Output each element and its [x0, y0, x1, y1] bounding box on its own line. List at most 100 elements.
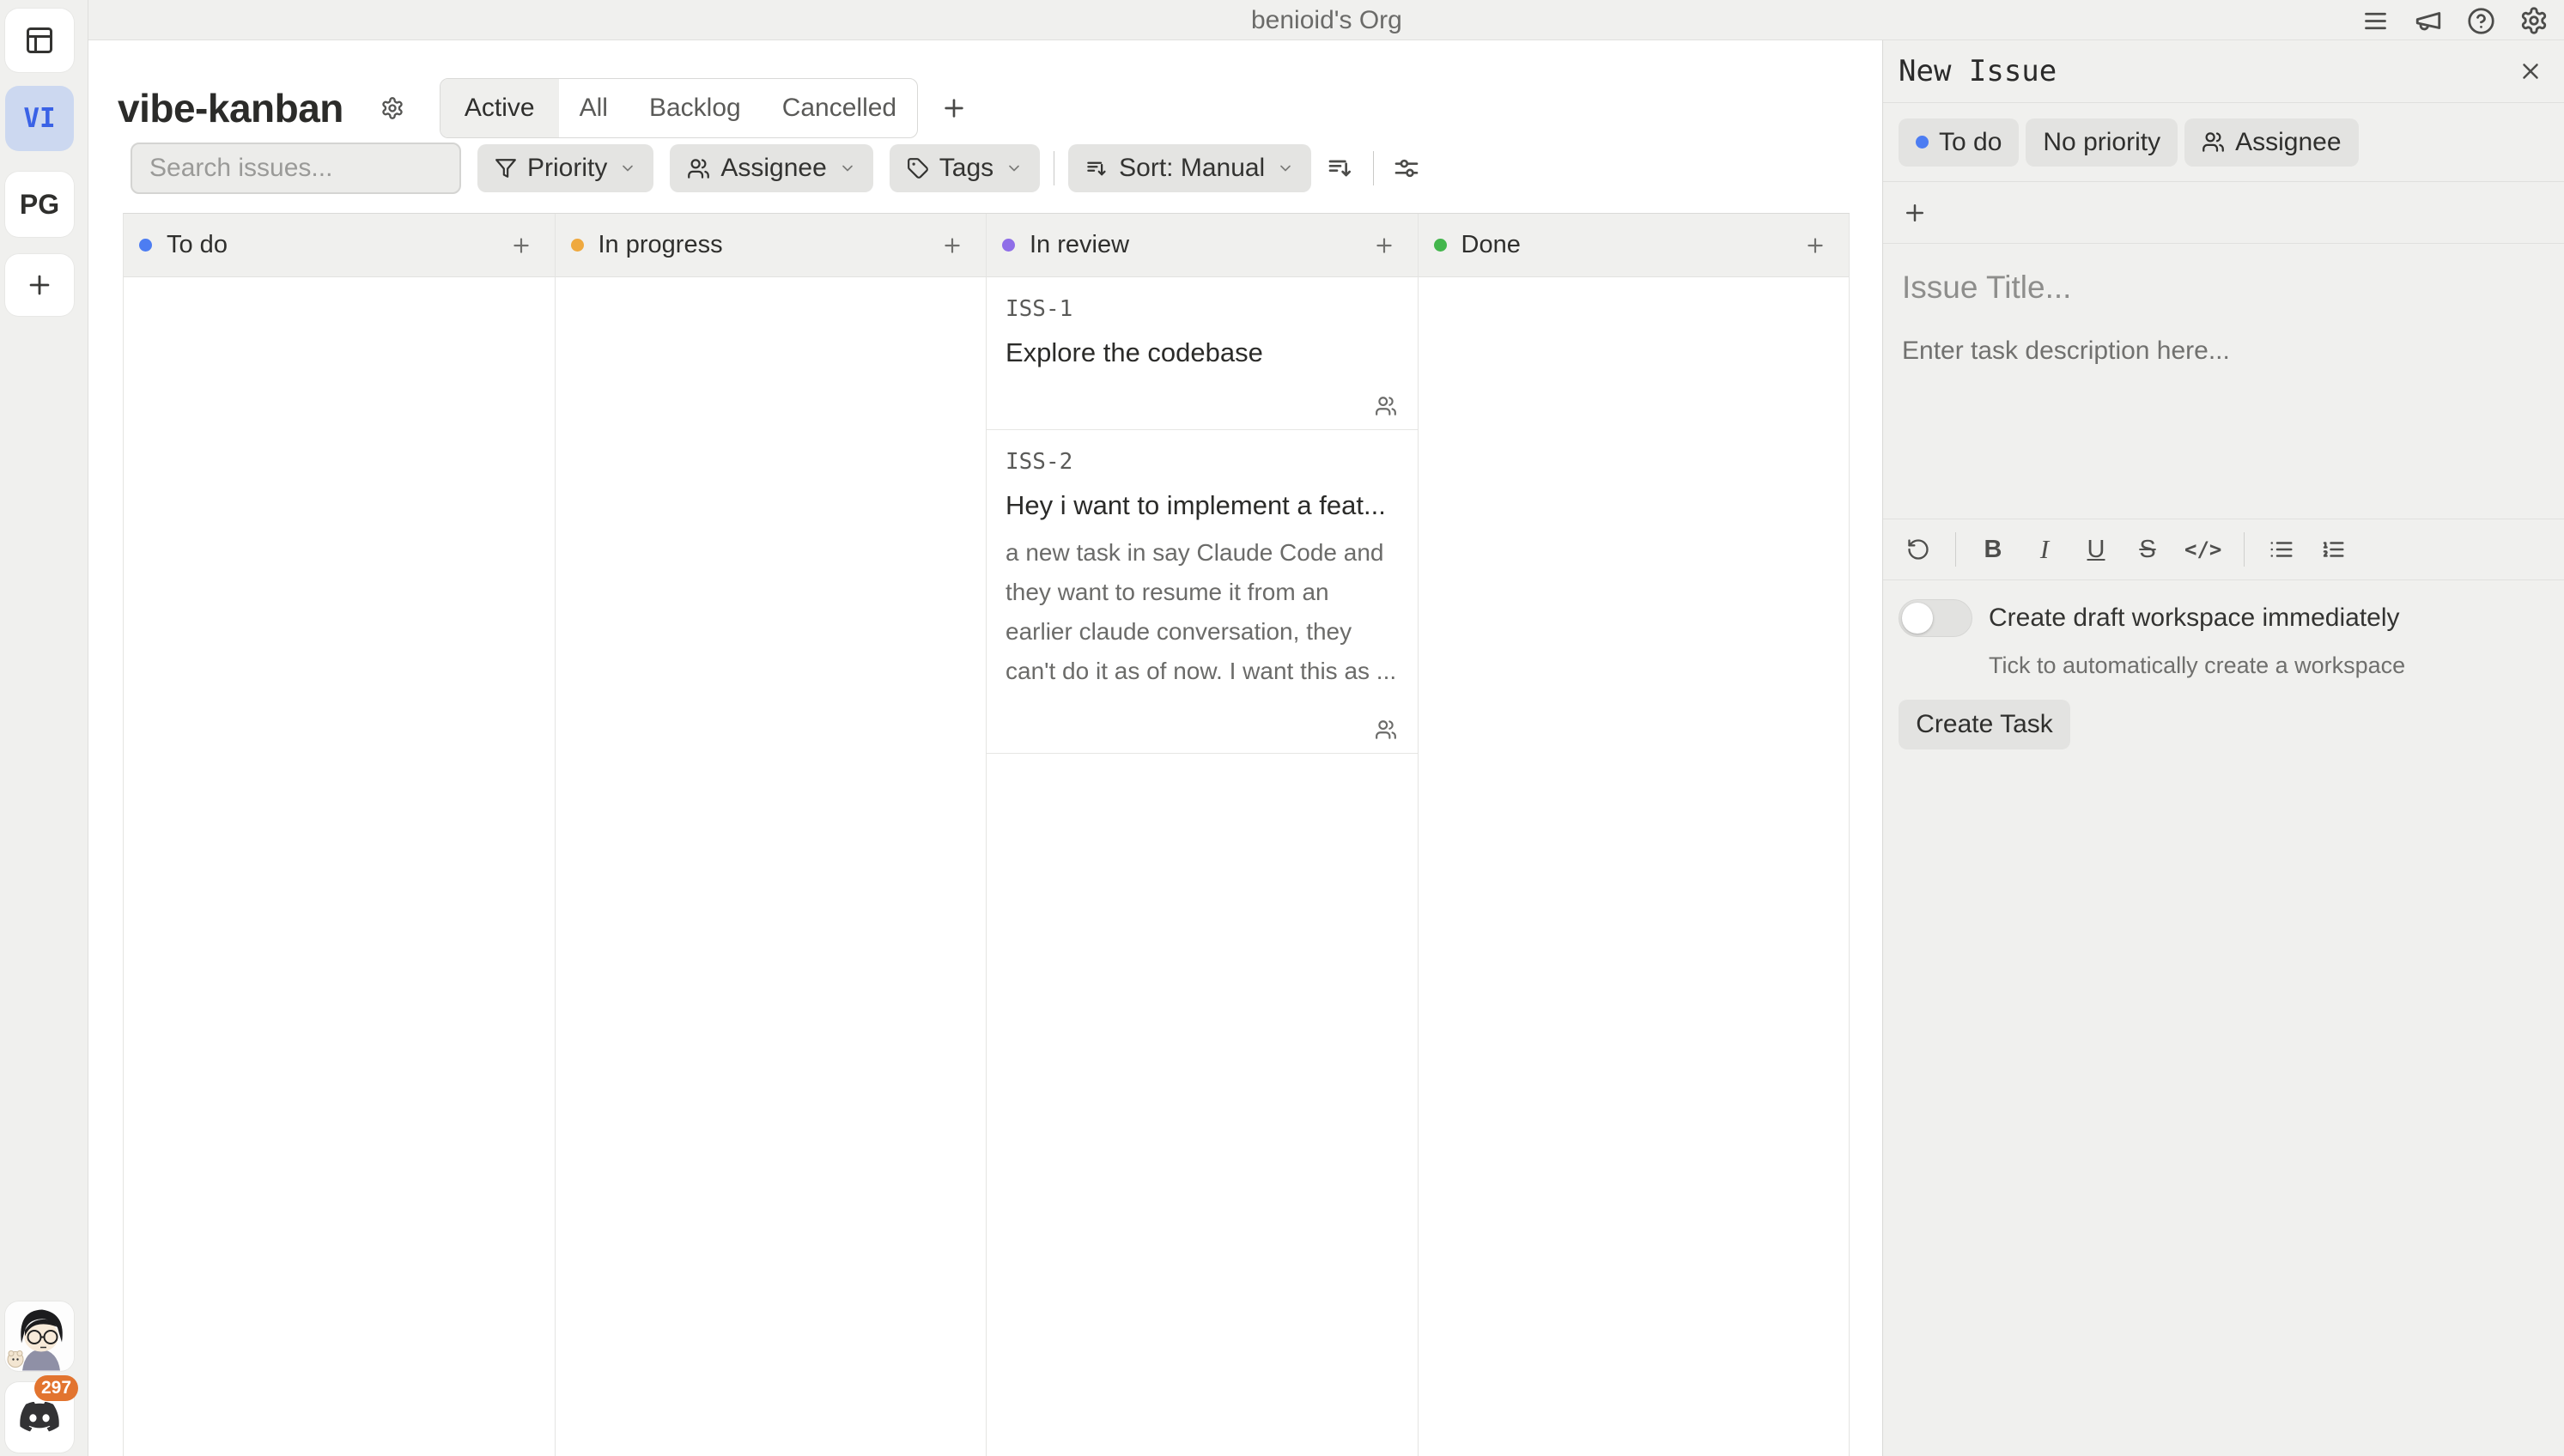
divider [2244, 532, 2245, 567]
column-name: Done [1461, 231, 1521, 259]
discord-notification-badge: 297 [34, 1375, 78, 1401]
plus-icon [941, 234, 963, 257]
issue-title-input[interactable]: Issue Title... [1902, 270, 2543, 306]
underline-button[interactable]: U [2081, 536, 2111, 564]
italic-button[interactable]: I [2030, 534, 2059, 565]
tab-cancelled[interactable]: Cancelled [762, 79, 917, 137]
column-name: To do [167, 231, 228, 259]
status-pill-label: To do [1939, 128, 2002, 157]
plus-icon [510, 234, 532, 257]
add-workspace-button[interactable] [5, 254, 74, 316]
issue-description-input[interactable]: Enter task description here... [1902, 337, 2543, 366]
column-body: ISS-1 Explore the codebase ISS-2 Hey i w… [987, 277, 1418, 1456]
menu-button[interactable] [2361, 7, 2390, 35]
tags-filter-button[interactable]: Tags [890, 144, 1040, 192]
status-pill[interactable]: To do [1899, 118, 2019, 167]
tab-backlog[interactable]: Backlog [629, 79, 762, 137]
workspace-vi-label: VI [23, 103, 55, 134]
issue-editor[interactable]: Issue Title... Enter task description he… [1883, 244, 2564, 519]
priority-filter-button[interactable]: Priority [477, 144, 653, 192]
assignee-filter-label: Assignee [720, 154, 826, 183]
announcements-button[interactable] [2414, 6, 2443, 35]
kanban-board: To do In progress [123, 213, 1850, 1456]
divider [1955, 532, 1956, 567]
close-panel-button[interactable] [2518, 58, 2543, 84]
column-body [124, 277, 555, 1456]
workspace-toggle-row: Create draft workspace immediately [1899, 599, 2564, 637]
topbar-actions [2361, 6, 2549, 35]
issue-id: ISS-2 [1006, 449, 1399, 475]
filter-row: Priority Assignee Tags [131, 143, 1425, 194]
code-button[interactable]: </> [2184, 537, 2221, 561]
issue-id: ISS-1 [1006, 296, 1399, 322]
panel-title: New Issue [1899, 54, 2057, 88]
assignee-pill[interactable]: Assignee [2184, 118, 2358, 167]
display-options-button[interactable] [1388, 155, 1425, 182]
bullet-list-button[interactable] [2267, 537, 2296, 562]
workspace-pg-button[interactable]: PG [5, 172, 74, 237]
settings-button[interactable] [2519, 6, 2549, 35]
richtext-toolbar: B I U S </> [1883, 519, 2564, 580]
panel-header: New Issue [1883, 40, 2564, 103]
status-dot [1434, 239, 1447, 252]
numbered-list-icon [2320, 537, 2346, 562]
sort-direction-button[interactable] [1321, 155, 1359, 182]
app-window: VI PG [0, 0, 2564, 1456]
column-in-review: In review ISS-1 Explore the codebase [987, 214, 1419, 1456]
card-footer [1006, 713, 1399, 741]
status-dot [139, 239, 152, 252]
chevron-down-icon [1277, 160, 1294, 177]
gear-icon [380, 96, 404, 120]
divider [1373, 151, 1374, 185]
status-dot [571, 239, 584, 252]
add-issue-button[interactable] [510, 234, 532, 257]
priority-filter-label: Priority [527, 154, 607, 183]
undo-icon [1906, 537, 1930, 561]
priority-pill[interactable]: No priority [2026, 118, 2178, 167]
add-property-button[interactable] [1902, 200, 1928, 226]
plus-icon [25, 270, 54, 300]
help-button[interactable] [2467, 7, 2495, 35]
sort-button[interactable]: Sort: Manual [1068, 144, 1311, 192]
page-title: vibe-kanban [118, 85, 343, 131]
user-avatar[interactable] [5, 1301, 74, 1371]
add-issue-button[interactable] [941, 234, 963, 257]
board-area: vibe-kanban Active All Backlog Cancelled [88, 40, 1882, 1456]
board-layout-button[interactable] [5, 9, 74, 72]
add-property-row [1883, 182, 2564, 244]
add-issue-button[interactable] [1804, 234, 1826, 257]
layout-icon [24, 25, 55, 56]
gear-icon [2519, 6, 2549, 35]
assignee-pill-label: Assignee [2235, 128, 2341, 157]
tab-active[interactable]: Active [440, 79, 559, 137]
chevron-down-icon [839, 160, 856, 177]
issue-card-iss-2[interactable]: ISS-2 Hey i want to implement a feat... … [987, 430, 1418, 754]
sliders-icon [1393, 155, 1420, 182]
board-settings-button[interactable] [380, 96, 404, 120]
create-workspace-toggle[interactable] [1899, 599, 1972, 637]
strikethrough-button[interactable]: S [2133, 536, 2162, 564]
add-view-button[interactable] [940, 94, 968, 122]
bold-button[interactable]: B [1978, 536, 2008, 564]
issue-title: Explore the codebase [1006, 337, 1399, 368]
sort-label: Sort: Manual [1119, 154, 1265, 183]
search-input[interactable] [131, 143, 461, 194]
discord-icon [20, 1402, 59, 1433]
bullet-list-icon [2269, 537, 2294, 562]
users-icon [2202, 130, 2225, 154]
add-issue-button[interactable] [1373, 234, 1395, 257]
undo-button[interactable] [1904, 537, 1933, 561]
topbar: benioid's Org [88, 0, 2564, 40]
column-body [556, 277, 987, 1456]
workspace-vi-button[interactable]: VI [5, 86, 74, 151]
sort-desc-icon [1327, 155, 1354, 182]
numbered-list-button[interactable] [2318, 537, 2348, 562]
chevron-down-icon [1006, 160, 1023, 177]
tags-filter-label: Tags [939, 154, 993, 183]
create-task-button[interactable]: Create Task [1899, 700, 2070, 749]
tab-all[interactable]: All [559, 79, 629, 137]
new-issue-panel: New Issue To do No priority Assignee [1882, 40, 2564, 1456]
status-dot [1002, 239, 1015, 252]
assignee-filter-button[interactable]: Assignee [670, 144, 872, 192]
issue-card-iss-1[interactable]: ISS-1 Explore the codebase [987, 277, 1418, 430]
